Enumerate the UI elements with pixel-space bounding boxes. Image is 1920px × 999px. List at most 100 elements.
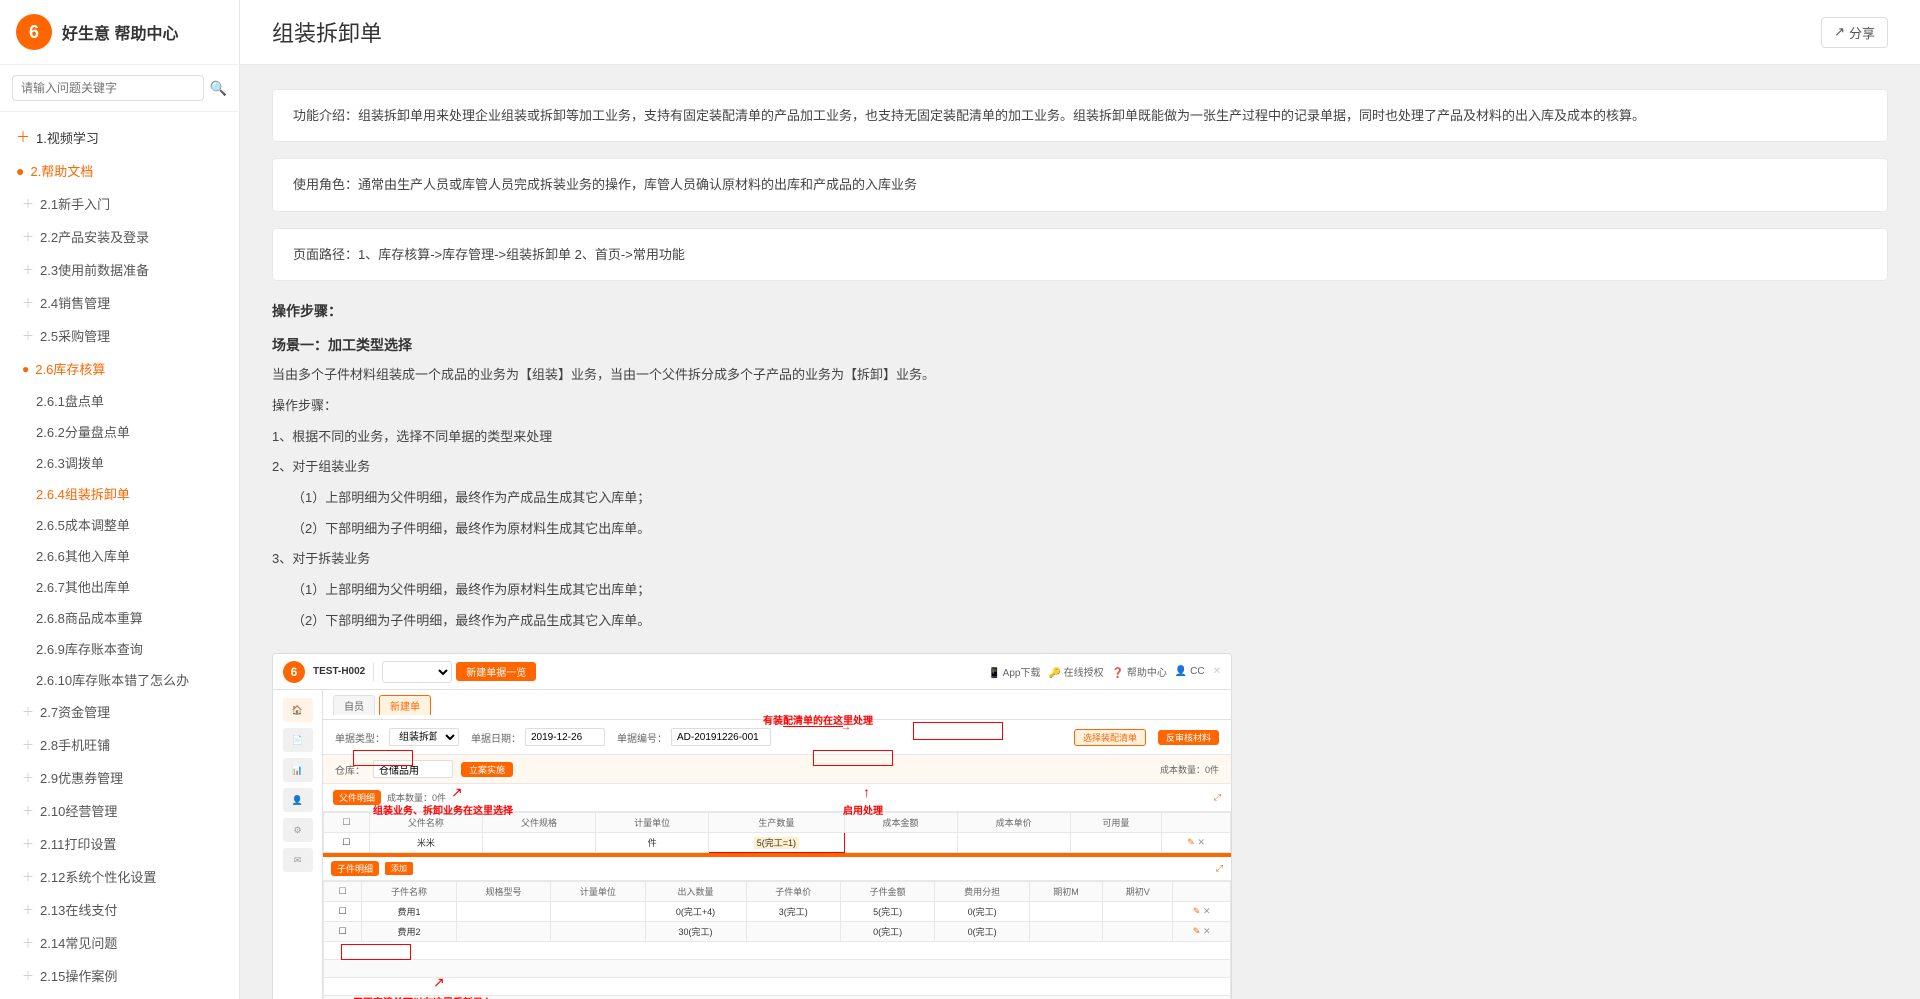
annotation-4-arrow: ↗ bbox=[433, 974, 445, 991]
search-button[interactable]: 🔍 bbox=[210, 80, 227, 97]
mock-warehouse-input[interactable] bbox=[373, 760, 453, 778]
nav-leaf-265[interactable]: 2.6.5成本调整单 bbox=[0, 509, 239, 540]
mock-sub-td-v2 bbox=[1103, 922, 1173, 942]
nav-leaf-269[interactable]: 2.6.9库存账本查询 bbox=[0, 633, 239, 664]
mock-tab-new[interactable]: 新建单 bbox=[379, 695, 431, 715]
mock-confirm-btn[interactable]: 反审核材料 bbox=[1158, 730, 1219, 745]
mock-sub-edit2[interactable]: ✎ bbox=[1193, 926, 1201, 936]
share-icon: ↗ bbox=[1834, 24, 1845, 40]
nav-sub-g29[interactable]: ＋ 2.9优惠券管理 bbox=[0, 761, 239, 794]
mock-new-btn[interactable]: 新建单据一览 bbox=[456, 662, 536, 681]
mock-code-input[interactable] bbox=[671, 728, 771, 746]
mock-sub-td-amt2: 0(完工) bbox=[840, 922, 934, 942]
mock-td-op: ✎ ✕ bbox=[1162, 833, 1231, 853]
nav-sub-g26[interactable]: ● 2.6库存核算 bbox=[0, 352, 239, 385]
mock-code-label: 单据编号： bbox=[617, 730, 667, 745]
mock-sub-th-op bbox=[1173, 882, 1231, 902]
mock-date-field: 单据日期： bbox=[471, 728, 605, 746]
mock-sub-th-m: 期初M bbox=[1029, 882, 1102, 902]
nav-sub-g27[interactable]: ＋ 2.7资金管理 bbox=[0, 695, 239, 728]
mock-help-icon: ❓ 帮助中心 bbox=[1112, 664, 1167, 679]
mock-td-check[interactable]: ☐ bbox=[324, 833, 370, 853]
mock-sub-td-check[interactable]: ☐ bbox=[324, 902, 362, 922]
nav-sub-g211[interactable]: ＋ 2.11打印设置 bbox=[0, 827, 239, 860]
nav-leaf-268[interactable]: 2.6.8商品成本重算 bbox=[0, 602, 239, 633]
mock-td-unit: 件 bbox=[596, 833, 709, 853]
mock-app: 6 TEST-H002 新建单据一览 📱 App下载 🔑 在线授权 ❓ 帮助中心… bbox=[273, 654, 1231, 999]
nav-group-docs-title[interactable]: ● 2.帮助文档 bbox=[0, 154, 239, 187]
mock-sub-td-name2: 费用2 bbox=[362, 922, 456, 942]
table-row: ☐ 费用2 30(完工) 0(完工) 0(完工) bbox=[324, 922, 1231, 942]
mock-sub-td-check2[interactable]: ☐ bbox=[324, 922, 362, 942]
mock-sidebar-sm: 🏠 📄 📊 👤 ⚙ ✉ bbox=[273, 690, 323, 999]
nav-leaf-267[interactable]: 2.6.7其他出库单 bbox=[0, 571, 239, 602]
mock-warehouse-label: 仓库： bbox=[335, 762, 365, 777]
sub-plus-icon: ＋ bbox=[22, 195, 34, 212]
mock-auth-icon: 🔑 在线授权 bbox=[1048, 664, 1103, 679]
nav-sub-g215[interactable]: ＋ 2.15操作案例 bbox=[0, 959, 239, 992]
mock-select-btn[interactable]: 选择装配清单 bbox=[1074, 729, 1146, 746]
mock-sidebar-gear[interactable]: ⚙ bbox=[283, 818, 313, 842]
annotation-3: 启用处理 bbox=[843, 802, 883, 817]
nav-group-video-title[interactable]: ＋ 1.视频学习 bbox=[0, 120, 239, 154]
mock-sub-td-unit bbox=[551, 902, 645, 922]
table-row: ☐ 费用1 0(完工+4) 3(完工) 5(完工) 0(完工) bbox=[324, 902, 1231, 922]
mock-sidebar-msg[interactable]: ✉ bbox=[283, 848, 313, 872]
nav-sub-g214[interactable]: ＋ 2.14常见问题 bbox=[0, 926, 239, 959]
mock-cost-label: 成本数量：0件 bbox=[1160, 763, 1219, 776]
mock-sidebar-person[interactable]: 👤 bbox=[283, 788, 313, 812]
nav-leaf-263[interactable]: 2.6.3调拨单 bbox=[0, 447, 239, 478]
mock-go-btn[interactable]: 立案实施 bbox=[461, 762, 513, 777]
mock-content-area: 🏠 📄 📊 👤 ⚙ ✉ 自员 新建单 bbox=[273, 690, 1231, 999]
mock-th-check: ☐ bbox=[324, 813, 370, 833]
nav-leaf-266[interactable]: 2.6.6其他入库单 bbox=[0, 540, 239, 571]
nav-leaf-2610[interactable]: 2.6.10库存账本错了怎么办 bbox=[0, 664, 239, 695]
mock-sub-td-m bbox=[1029, 902, 1102, 922]
mock-type-select[interactable]: 组装拆卸 bbox=[389, 728, 459, 746]
mock-sidebar-chart[interactable]: 📊 bbox=[283, 758, 313, 782]
mock-sidebar-doc[interactable]: 📄 bbox=[283, 728, 313, 752]
mock-th-available: 可用量 bbox=[1070, 813, 1161, 833]
annotation-3-text: 启用处理 bbox=[843, 806, 883, 817]
share-button[interactable]: ↗ 分享 bbox=[1821, 17, 1888, 48]
nav-sub-g213[interactable]: ＋ 2.13在线支付 bbox=[0, 893, 239, 926]
mock-sub-delete2[interactable]: ✕ bbox=[1203, 926, 1211, 936]
mock-sub-td-qty: 0(完工+4) bbox=[645, 902, 746, 922]
nav-leaf-261[interactable]: 2.6.1盘点单 bbox=[0, 385, 239, 416]
mock-close-icon[interactable]: ✕ bbox=[1213, 666, 1221, 677]
step1: 1、根据不同的业务，选择不同单据的类型来处理 bbox=[272, 425, 1888, 450]
nav-sub-g25[interactable]: ＋ 2.5采购管理 bbox=[0, 319, 239, 352]
nav-sub-g28[interactable]: ＋ 2.8手机旺铺 bbox=[0, 728, 239, 761]
mock-sub-td-cost: 0(完工) bbox=[935, 902, 1029, 922]
mock-sub-add-btn[interactable]: 添加 bbox=[385, 862, 413, 875]
mock-top-icons: 📱 App下载 🔑 在线授权 ❓ 帮助中心 👤 CC ✕ bbox=[988, 664, 1221, 679]
mock-th-op bbox=[1162, 813, 1231, 833]
mock-module-select[interactable] bbox=[382, 661, 452, 683]
mock-td-qty: 5(完工=1) bbox=[709, 833, 844, 853]
mock-sub-delete[interactable]: ✕ bbox=[1203, 906, 1211, 916]
nav-sub-g212[interactable]: ＋ 2.12系统个性化设置 bbox=[0, 860, 239, 893]
nav-leaf-264[interactable]: 2.6.4组装拆卸单 bbox=[0, 478, 239, 509]
mock-sidebar-home[interactable]: 🏠 bbox=[283, 698, 313, 722]
sub-plus-icon: ＋ bbox=[22, 736, 34, 753]
mock-th-cost-price: 成本单价 bbox=[957, 813, 1070, 833]
mock-sub-th-v: 期初V bbox=[1103, 882, 1173, 902]
nav-sub-g23[interactable]: ＋ 2.3使用前数据准备 bbox=[0, 253, 239, 286]
mock-row-edit[interactable]: ✎ bbox=[1187, 837, 1195, 847]
nav-sub-g22[interactable]: ＋ 2.2产品安装及登录 bbox=[0, 220, 239, 253]
mock-expand-icon[interactable]: ⤢ bbox=[1214, 792, 1221, 803]
nav-sub-g21[interactable]: ＋ 2.1新手入门 bbox=[0, 187, 239, 220]
step3: 3、对于拆装业务 bbox=[272, 547, 1888, 572]
nav-sub-g210[interactable]: ＋ 2.10经营管理 bbox=[0, 794, 239, 827]
main-header: 组装拆卸单 ↗ 分享 bbox=[240, 0, 1920, 65]
sub-plus-icon: ＋ bbox=[22, 901, 34, 918]
mock-tab-home[interactable]: 自员 bbox=[333, 695, 375, 715]
search-input[interactable] bbox=[12, 75, 204, 101]
mock-sub-th-cost: 费用分担 bbox=[935, 882, 1029, 902]
mock-row-delete[interactable]: ✕ bbox=[1197, 837, 1205, 847]
nav-leaf-262[interactable]: 2.6.2分量盘点单 bbox=[0, 416, 239, 447]
mock-sub-expand[interactable]: ⤢ bbox=[1216, 863, 1223, 874]
mock-date-input[interactable] bbox=[525, 728, 605, 746]
nav-sub-g24[interactable]: ＋ 2.4销售管理 bbox=[0, 286, 239, 319]
mock-sub-edit[interactable]: ✎ bbox=[1193, 906, 1201, 916]
